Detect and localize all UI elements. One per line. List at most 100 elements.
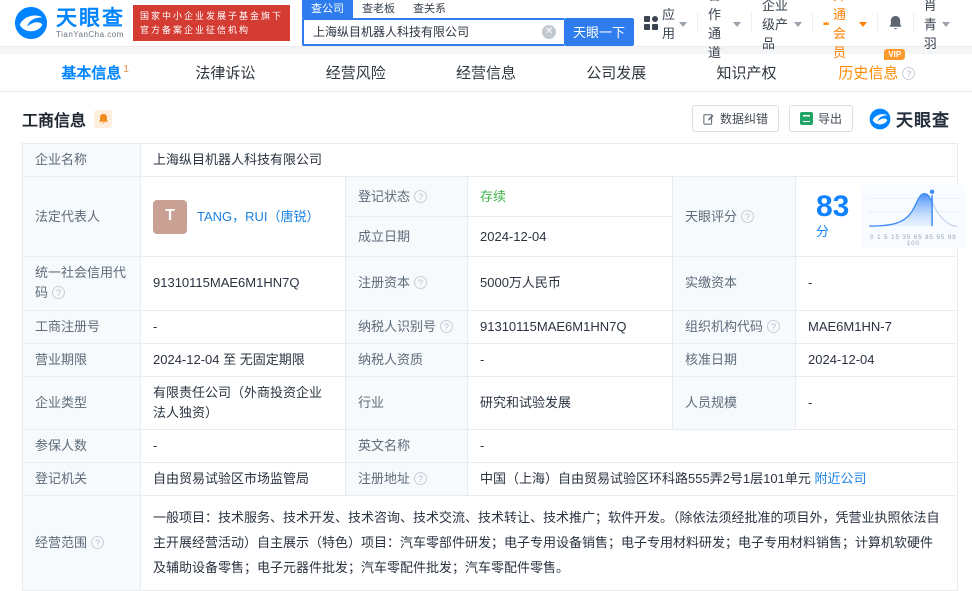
field-value-company-type: 有限责任公司（外商投资企业法人独资） [141,376,346,429]
help-icon[interactable] [414,190,427,203]
table-row: 企业类型 有限责任公司（外商投资企业法人独资） 行业 研究和试验发展 人员规模 … [23,376,958,429]
score-curve-chart: 0 1 5 15 35 65 85 95 99 100 [861,185,965,248]
score-unit: 分 [816,224,829,239]
tab-business-info[interactable]: 经营信息 [421,62,551,83]
export-button[interactable]: 导出 [789,105,853,132]
table-row: 参保人数 - 英文名称 - [23,430,958,463]
help-icon[interactable] [902,67,915,80]
score-display: 83分 [808,183,945,250]
certification-badge: 国家中小企业发展子基金旗下 官方备案企业征信机构 [133,5,290,42]
help-icon[interactable] [91,536,104,549]
field-value-taxpayer-id: 91310115MAE6M1HN7Q [468,310,673,343]
tab-history-info[interactable]: 历史信息VIP [812,62,942,83]
avatar: T [153,200,187,234]
field-label-company-type: 企业类型 [23,376,141,429]
field-label-address: 注册地址 [346,463,468,496]
field-label-insured-count: 参保人数 [23,430,141,463]
badge-line-2: 官方备案企业征信机构 [140,23,283,37]
search-input[interactable] [302,18,564,46]
tianyancha-watermark-icon [869,108,891,130]
divider [0,46,972,54]
tab-intellectual-property[interactable]: 知识产权 [681,62,811,83]
field-label-uscc: 统一社会信用代码 [23,257,141,310]
field-value-authority: 自由贸易试验区市场监管局 [141,463,346,496]
user-account[interactable]: 肖青羽 [913,13,960,33]
badge-line-1: 国家中小企业发展子基金旗下 [140,9,283,23]
edit-icon [703,113,715,125]
field-label-taxpayer-quality: 纳税人资质 [346,343,468,376]
search-tab-boss[interactable]: 查老板 [353,0,404,18]
field-value-insured-count: - [141,430,346,463]
chevron-down-icon [794,22,802,27]
field-label-establish-date: 成立日期 [346,217,468,257]
field-value-business-scope: 一般项目：技术服务、技术开发、技术咨询、技术交流、技术转让、技术推广；软件开发。… [141,496,958,591]
username-label: 肖青羽 [924,0,938,52]
help-icon[interactable] [767,320,780,333]
help-icon[interactable] [741,210,754,223]
field-label-reg-capital: 注册资本 [346,257,468,310]
header-menu: 应用 合作通道 企业级产品 开通会员 肖青羽 [634,13,960,33]
notifications[interactable] [877,13,913,33]
field-value-reg-status: 存续 [468,177,673,217]
nearby-companies-link[interactable]: 附近公司 [814,471,866,486]
help-icon[interactable] [52,286,65,299]
tab-company-development[interactable]: 公司发展 [551,62,681,83]
search-tabs: 查公司 查老板 查关系 [302,1,634,18]
menu-apps[interactable]: 应用 [634,13,697,33]
tab-basic-info[interactable]: 基本信息1 [30,62,160,83]
field-value-establish-date: 2024-12-04 [468,217,673,257]
search-tab-relation[interactable]: 查关系 [404,0,455,18]
field-value-taxpayer-quality: - [468,343,673,376]
legal-rep-link[interactable]: TANG，RUI（唐锐） [197,207,320,227]
logo-subtitle: TianYanCha.com [56,31,125,39]
field-label-staff-size: 人员规模 [673,376,796,429]
field-label-company-name: 企业名称 [23,144,141,177]
field-value-paid-capital: - [796,257,958,310]
table-row: 经营范围 一般项目：技术服务、技术开发、技术咨询、技术交流、技术转让、技术推广；… [23,496,958,591]
table-row: 工商注册号 - 纳税人识别号 91310115MAE6M1HN7Q 组织机构代码… [23,310,958,343]
crown-icon [823,17,829,29]
search-block: 查公司 查老板 查关系 ✕ 天眼一下 [302,1,634,46]
search-button[interactable]: 天眼一下 [564,18,634,46]
menu-open-vip[interactable]: 开通会员 [812,13,877,33]
help-icon[interactable] [414,472,427,485]
field-label-business-scope: 经营范围 [23,496,141,591]
table-row: 营业期限 2024-12-04 至 无固定期限 纳税人资质 - 核准日期 202… [23,343,958,376]
menu-enterprise-label: 企业级产品 [762,0,790,52]
excel-icon [800,112,813,125]
status-badge: 存续 [480,189,506,204]
field-value-reg-capital: 5000万人民币 [468,257,673,310]
help-icon[interactable] [440,320,453,333]
help-icon[interactable] [414,276,427,289]
field-label-approve-date: 核准日期 [673,343,796,376]
subscribe-bell-icon[interactable] [94,110,112,128]
tab-business-risk[interactable]: 经营风险 [291,62,421,83]
top-header: 天眼查 TianYanCha.com 国家中小企业发展子基金旗下 官方备案企业征… [0,0,972,46]
watermark-text: 天眼查 [896,106,950,131]
logo-title: 天眼查 [56,8,125,29]
search-tab-company[interactable]: 查公司 [302,0,353,18]
field-label-reg-status: 登记状态 [346,177,468,217]
business-info-table: 企业名称 上海纵目机器人科技有限公司 法定代表人 T TANG，RUI（唐锐） … [22,143,958,591]
menu-partner-label: 合作通道 [708,0,729,61]
address-text: 中国（上海）自由贸易试验区环科路555弄2号1层101单元 [480,471,811,486]
field-label-score: 天眼评分 [673,177,796,257]
field-value-staff-size: - [796,376,958,429]
field-value-term: 2024-12-04 至 无固定期限 [141,343,346,376]
tianyancha-logo[interactable]: 天眼查 TianYanCha.com 国家中小企业发展子基金旗下 官方备案企业征… [14,5,290,42]
field-value-address: 中国（上海）自由贸易试验区环科路555弄2号1层101单元 附近公司 [468,463,958,496]
menu-vip-label: 开通会员 [833,0,855,61]
clear-search-icon[interactable]: ✕ [542,25,556,39]
menu-partner-channel[interactable]: 合作通道 [697,13,751,33]
data-correction-button[interactable]: 数据纠错 [692,105,779,132]
vip-badge: VIP [884,49,905,60]
field-label-reg-no: 工商注册号 [23,310,141,343]
tab-legal-litigation[interactable]: 法律诉讼 [160,62,290,83]
field-value-score: 83分 [796,177,958,257]
tianyancha-logo-icon [14,6,48,40]
chevron-down-icon [859,22,867,27]
field-label-legal-rep: 法定代表人 [23,177,141,257]
company-nav-tabs: 基本信息1 法律诉讼 经营风险 经营信息 公司发展 知识产权 历史信息VIP [0,54,972,92]
menu-enterprise-products[interactable]: 企业级产品 [751,13,812,33]
table-row: 登记机关 自由贸易试验区市场监管局 注册地址 中国（上海）自由贸易试验区环科路5… [23,463,958,496]
